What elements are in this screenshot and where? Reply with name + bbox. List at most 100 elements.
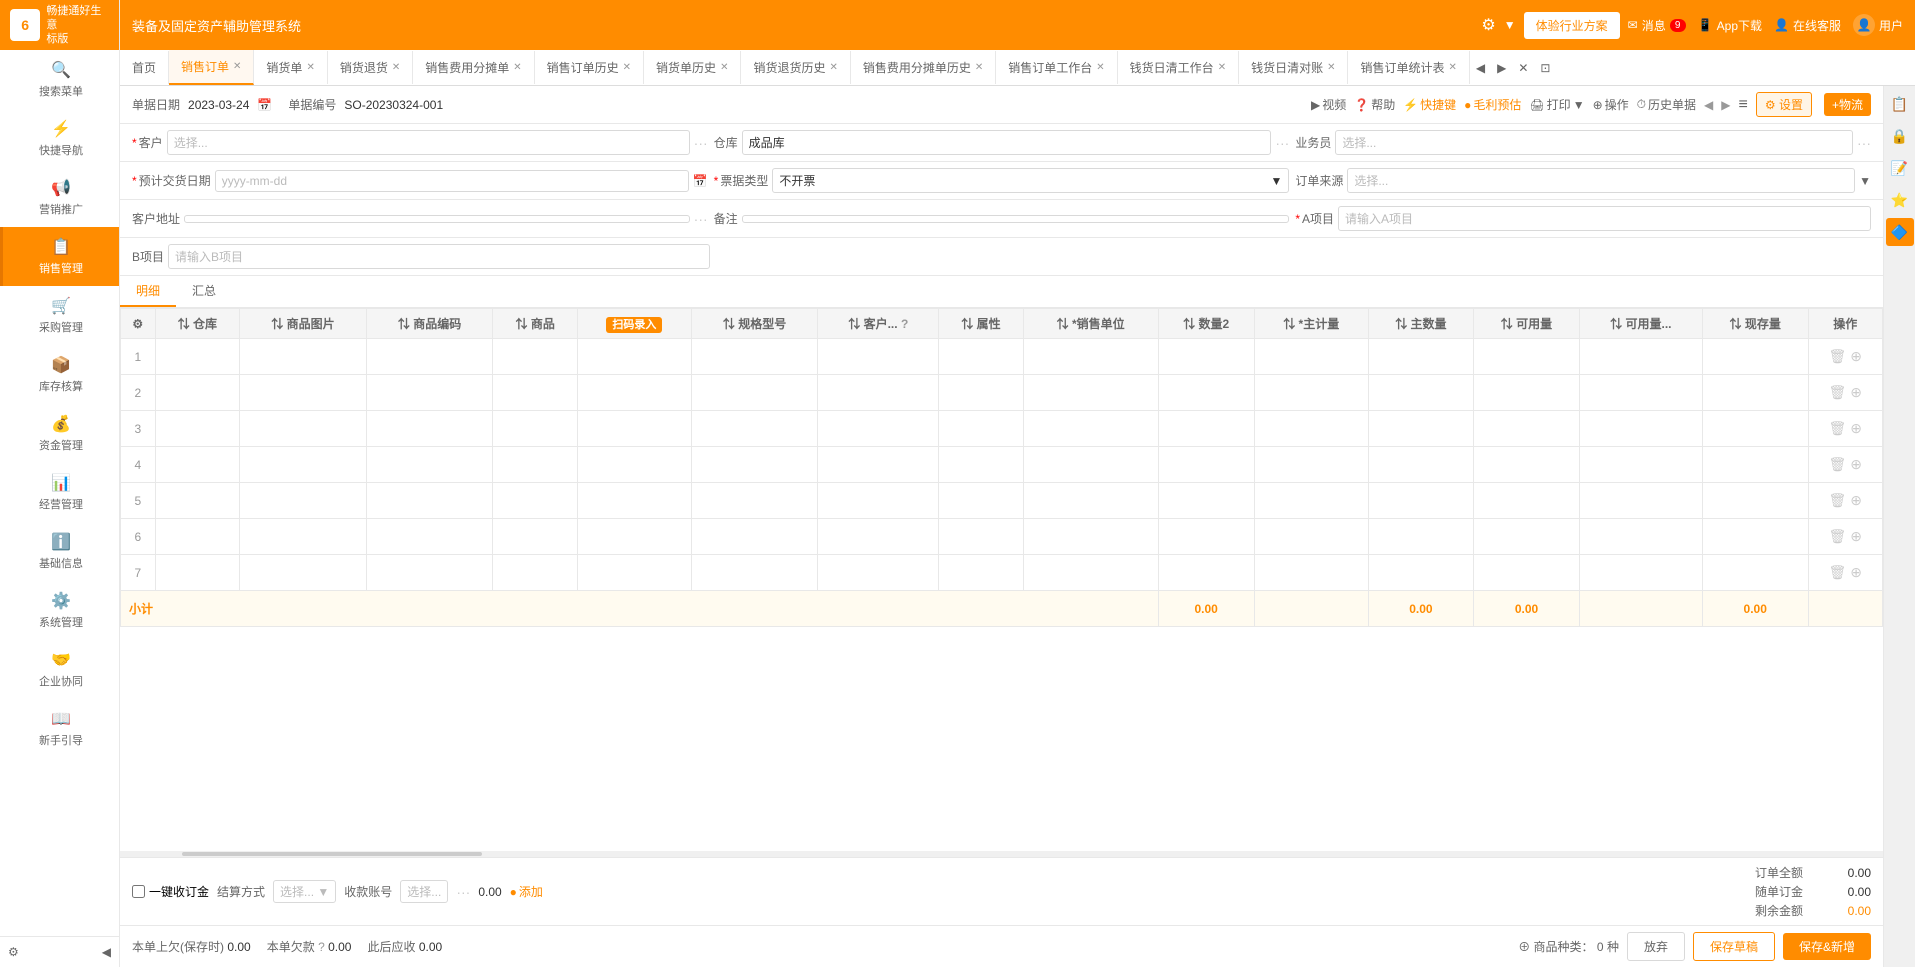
tab-close-icon-3[interactable]: ✕ — [392, 62, 400, 73]
sidebar-settings-icon[interactable]: ⚙ — [8, 945, 19, 959]
row-6-code[interactable] — [366, 519, 493, 555]
row-3-main-qty[interactable] — [1368, 411, 1474, 447]
row-1-spec[interactable] — [691, 339, 818, 375]
row-7-delete-icon[interactable]: 🗑 — [1829, 564, 1847, 581]
row-3-unit[interactable] — [1023, 411, 1158, 447]
tab-next-btn[interactable]: ▶ — [1491, 61, 1512, 75]
row-1-available[interactable] — [1474, 339, 1580, 375]
row-5-spec[interactable] — [691, 483, 818, 519]
sidebar-item-guide[interactable]: 📖 新手引导 — [0, 699, 119, 758]
row-2-main-unit[interactable] — [1254, 375, 1368, 411]
row-2-delete-icon[interactable]: 🗑 — [1829, 384, 1847, 401]
row-5-unit[interactable] — [1023, 483, 1158, 519]
batch-checkbox-input[interactable] — [132, 885, 145, 898]
col-stock[interactable]: ⇅ 现存量 — [1702, 309, 1808, 339]
row-6-stock[interactable] — [1702, 519, 1808, 555]
row-7-attrs[interactable] — [939, 555, 1024, 591]
a-project-input[interactable]: 请输入A项目 — [1338, 206, 1871, 231]
row-3-copy-icon[interactable]: ⊕ — [1850, 420, 1862, 437]
row-7-image[interactable] — [240, 555, 367, 591]
row-3-code[interactable] — [366, 411, 493, 447]
row-4-main-unit[interactable] — [1254, 447, 1368, 483]
customer-input[interactable]: 选择... — [167, 130, 690, 155]
col-available2[interactable]: ⇅ 可用量... — [1579, 309, 1702, 339]
row-2-spec[interactable] — [691, 375, 818, 411]
row-6-available2[interactable] — [1579, 519, 1702, 555]
tab-expand-btn[interactable]: ⊡ — [1534, 61, 1556, 75]
user-btn[interactable]: 👤 用户 — [1853, 14, 1903, 36]
col-product[interactable]: ⇅ 商品 — [493, 309, 578, 339]
side-icon-list[interactable]: 📋 — [1886, 90, 1914, 118]
row-2-available2[interactable] — [1579, 375, 1702, 411]
warehouse-input[interactable]: 成品库 — [742, 130, 1272, 155]
sidebar-item-system[interactable]: ⚙️ 系统管理 — [0, 581, 119, 640]
side-icon-edit[interactable]: 📝 — [1886, 154, 1914, 182]
row-6-available[interactable] — [1474, 519, 1580, 555]
row-7-main-qty[interactable] — [1368, 555, 1474, 591]
delivery-calendar-icon[interactable]: 📅 — [693, 174, 708, 188]
side-icon-lock[interactable]: 🔒 — [1886, 122, 1914, 150]
sidebar-item-sales[interactable]: 📋 销售管理 — [0, 227, 119, 286]
row-3-spec[interactable] — [691, 411, 818, 447]
row-3-available2[interactable] — [1579, 411, 1702, 447]
row-4-available[interactable] — [1474, 447, 1580, 483]
row-5-qty2[interactable] — [1158, 483, 1254, 519]
row-1-main-unit[interactable] — [1254, 339, 1368, 375]
row-5-main-qty[interactable] — [1368, 483, 1474, 519]
row-4-available2[interactable] — [1579, 447, 1702, 483]
row-7-qty2[interactable] — [1158, 555, 1254, 591]
nav-left-icon[interactable]: ◀ — [1704, 98, 1713, 112]
row-2-unit[interactable] — [1023, 375, 1158, 411]
row-5-copy-icon[interactable]: ⊕ — [1850, 492, 1862, 509]
dropdown-icon[interactable]: ▼ — [1504, 18, 1516, 32]
row-7-warehouse[interactable] — [155, 555, 240, 591]
row-4-delete-icon[interactable]: 🗑 — [1829, 456, 1847, 473]
row-5-image[interactable] — [240, 483, 367, 519]
row-7-available2[interactable] — [1579, 555, 1702, 591]
row-5-delete-icon[interactable]: 🗑 — [1829, 492, 1847, 509]
customer-more-icon[interactable]: ··· — [694, 135, 708, 151]
tab-close-icon-8[interactable]: ✕ — [975, 62, 983, 73]
invoice-select[interactable]: 不开票 ▼ — [772, 168, 1289, 193]
row-6-spec[interactable] — [691, 519, 818, 555]
row-1-customer-code[interactable] — [818, 339, 939, 375]
calendar-icon[interactable]: 📅 — [257, 98, 272, 112]
row-6-main-qty[interactable] — [1368, 519, 1474, 555]
row-3-qty2[interactable] — [1158, 411, 1254, 447]
row-2-image[interactable] — [240, 375, 367, 411]
operation-btn[interactable]: ⊕ 操作 — [1593, 96, 1629, 113]
col-qty2[interactable]: ⇅ 数量2 — [1158, 309, 1254, 339]
row-2-attrs[interactable] — [939, 375, 1024, 411]
col-warehouse[interactable]: ⇅ 仓库 — [155, 309, 240, 339]
row-3-delete-icon[interactable]: 🗑 — [1829, 420, 1847, 437]
row-2-copy-icon[interactable]: ⊕ — [1850, 384, 1862, 401]
row-5-code[interactable] — [366, 483, 493, 519]
sidebar-collapse-icon[interactable]: ◀ — [102, 945, 111, 959]
row-1-available2[interactable] — [1579, 339, 1702, 375]
row-5-available[interactable] — [1474, 483, 1580, 519]
tab-close-icon-9[interactable]: ✕ — [1096, 62, 1104, 73]
row-2-code[interactable] — [366, 375, 493, 411]
account-more-icon[interactable]: ··· — [456, 884, 470, 900]
col-available[interactable]: ⇅ 可用量 — [1474, 309, 1580, 339]
row-4-copy-icon[interactable]: ⊕ — [1850, 456, 1862, 473]
sidebar-item-quick-nav[interactable]: ⚡ 快捷导航 — [0, 109, 119, 168]
remark-input[interactable] — [742, 215, 1290, 223]
delivery-input[interactable]: yyyy-mm-dd — [215, 170, 689, 192]
col-image[interactable]: ⇅ 商品图片 — [240, 309, 367, 339]
order-source-input[interactable]: 选择... — [1347, 168, 1855, 193]
row-3-available[interactable] — [1474, 411, 1580, 447]
tab-close-icon-12[interactable]: ✕ — [1449, 62, 1457, 73]
row-6-copy-icon[interactable]: ⊕ — [1850, 528, 1862, 545]
row-4-code[interactable] — [366, 447, 493, 483]
row-7-stock[interactable] — [1702, 555, 1808, 591]
tab-close-icon-11[interactable]: ✕ — [1327, 62, 1335, 73]
row-5-main-unit[interactable] — [1254, 483, 1368, 519]
row-5-product[interactable] — [493, 483, 578, 519]
row-2-qty2[interactable] — [1158, 375, 1254, 411]
row-2-customer-code[interactable] — [818, 375, 939, 411]
online-service-btn[interactable]: 👤 在线客服 — [1774, 17, 1841, 34]
tab-daily-workbench[interactable]: 钱货日清工作台 ✕ — [1118, 51, 1239, 84]
view-btn[interactable]: ▶ 视频 — [1311, 96, 1346, 113]
row-2-main-qty[interactable] — [1368, 375, 1474, 411]
